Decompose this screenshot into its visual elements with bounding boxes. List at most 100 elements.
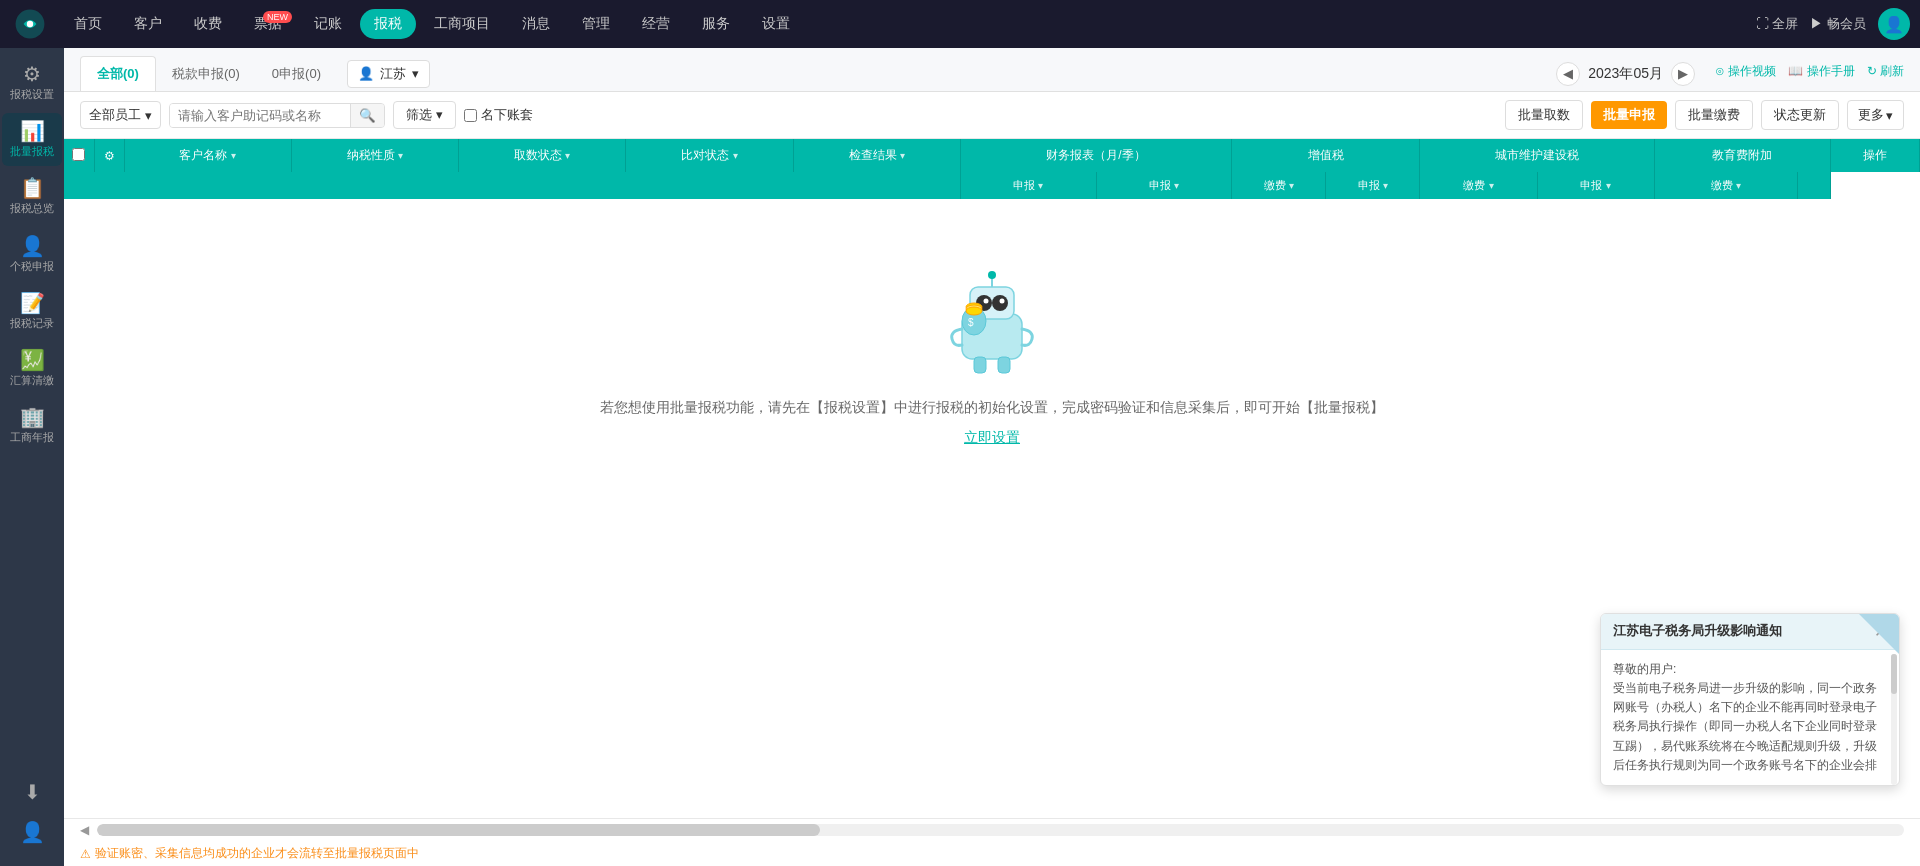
- sidebar-item-batch-tax[interactable]: 📊 批量报税: [2, 113, 62, 166]
- checkbox-column-header: [64, 139, 94, 172]
- th-financial-report: 财务报表（月/季）: [960, 139, 1231, 172]
- th-city-maintenance: 城市维护建设税: [1420, 139, 1654, 172]
- th-city-declare: 申报 ▾: [1326, 172, 1420, 199]
- chevron-down-icon: ▾: [145, 108, 152, 123]
- sidebar-label-tax-settings: 报税设置: [10, 88, 54, 101]
- business-annual-icon: 🏢: [20, 407, 45, 427]
- warning-icon: ⚠: [80, 847, 91, 861]
- th-compare-status: 比对状态 ▾: [626, 139, 793, 172]
- employee-selector[interactable]: 全部员工 ▾: [80, 101, 161, 129]
- tab-all[interactable]: 全部(0): [80, 56, 156, 91]
- accounts-checkbox[interactable]: [464, 109, 477, 122]
- svg-rect-15: [974, 357, 986, 373]
- select-all-checkbox[interactable]: [72, 148, 85, 161]
- operation-manual-link[interactable]: 📖 操作手册: [1788, 63, 1854, 80]
- prev-month-button[interactable]: ◀: [1556, 62, 1580, 86]
- th-check-result: 检查结果 ▾: [793, 139, 960, 172]
- svg-text:$: $: [968, 317, 974, 328]
- bottom-section: ◀ ⚠ 验证账密、采集信息均成功的企业才会流转至批量报税页面中: [64, 818, 1920, 866]
- user-avatar[interactable]: 👤: [1878, 8, 1910, 40]
- sidebar-item-personal-tax[interactable]: 👤 个税申报: [2, 228, 62, 281]
- notification-panel: 江苏电子税务局升级影响通知 ✕ 尊敬的用户: 受当前电子税务局进一步升级的影响，…: [1600, 613, 1900, 786]
- nav-message[interactable]: 消息: [508, 9, 564, 39]
- batch-pay-button[interactable]: 批量缴费: [1675, 100, 1753, 130]
- nav-menu: 首页 客户 收费 票据 NEW 记账 报税 工商项目 消息 管理 经营 服务 设…: [60, 9, 1756, 39]
- new-badge: NEW: [263, 11, 292, 23]
- th-city-pay: 缴费 ▾: [1420, 172, 1537, 199]
- tab-tax-declare[interactable]: 税款申报(0): [156, 57, 256, 91]
- main-table: ⚙ 客户名称 ▾ 纳税性质 ▾ 取数状态 ▾ 比对状态 ▾: [64, 139, 1920, 199]
- next-month-button[interactable]: ▶: [1671, 62, 1695, 86]
- app-logo[interactable]: [10, 4, 50, 44]
- th-operation: 操作: [1830, 139, 1919, 172]
- batch-tax-icon: 📊: [20, 121, 45, 141]
- sidebar-label-batch-tax: 批量报税: [10, 145, 54, 158]
- person-icon: 👤: [358, 66, 374, 81]
- annual-settle-icon: 💹: [20, 350, 45, 370]
- setup-link[interactable]: 立即设置: [964, 429, 1020, 447]
- sidebar-item-user[interactable]: 👤: [2, 814, 62, 850]
- tax-records-icon: 📝: [20, 293, 45, 313]
- sidebar-item-download[interactable]: ⬇: [2, 774, 62, 810]
- scroll-left-arrow[interactable]: ◀: [80, 823, 89, 837]
- th-customer-name: 客户名称 ▾: [124, 139, 291, 172]
- tabs-bar: 全部(0) 税款申报(0) 0申报(0) 👤 江苏 ▾ ◀ 2023年05月 ▶…: [64, 48, 1920, 92]
- sidebar-label-personal-tax: 个税申报: [10, 260, 54, 273]
- sidebar-item-tax-overview[interactable]: 📋 报税总览: [2, 170, 62, 223]
- tax-overview-icon: 📋: [20, 178, 45, 198]
- search-button[interactable]: 🔍: [350, 104, 384, 127]
- svg-point-14: [966, 307, 982, 315]
- warning-text: 验证账密、采集信息均成功的企业才会流转至批量报税页面中: [95, 845, 419, 862]
- more-button[interactable]: 更多 ▾: [1847, 100, 1904, 130]
- nav-accounting[interactable]: 记账: [300, 9, 356, 39]
- download-icon: ⬇: [24, 782, 41, 802]
- nav-home[interactable]: 首页: [60, 9, 116, 39]
- nav-customer[interactable]: 客户: [120, 9, 176, 39]
- tab-zero-declare[interactable]: 0申报(0): [256, 57, 337, 91]
- sidebar-item-business-annual[interactable]: 🏢 工商年报: [2, 399, 62, 452]
- notification-scrollbar[interactable]: [1891, 654, 1897, 785]
- filter-button[interactable]: 筛选 ▾: [393, 101, 456, 129]
- notification-header: 江苏电子税务局升级影响通知 ✕: [1601, 614, 1899, 650]
- nav-operation[interactable]: 经营: [628, 9, 684, 39]
- tax-settings-icon: ⚙: [23, 64, 41, 84]
- nav-business[interactable]: 工商项目: [420, 9, 504, 39]
- batch-fetch-button[interactable]: 批量取数: [1505, 100, 1583, 130]
- svg-rect-16: [998, 357, 1010, 373]
- nav-service[interactable]: 服务: [688, 9, 744, 39]
- sidebar-label-annual-settle: 汇算清缴: [10, 374, 54, 387]
- th-tax-nature: 纳税性质 ▾: [291, 139, 458, 172]
- batch-declare-button[interactable]: 批量申报: [1591, 101, 1667, 129]
- nav-settings[interactable]: 设置: [748, 9, 804, 39]
- search-input[interactable]: [170, 104, 350, 127]
- toolbar: 全部员工 ▾ 🔍 筛选 ▾ 名下账套 批量取数 批量申报 批量缴费 状态更新: [64, 92, 1920, 139]
- member-button[interactable]: ▶ 畅会员: [1810, 15, 1866, 33]
- refresh-button[interactable]: ↻ 刷新: [1867, 63, 1904, 80]
- checkbox-label[interactable]: 名下账套: [464, 106, 533, 124]
- notif-corner-decoration: [1859, 614, 1899, 654]
- region-selector[interactable]: 👤 江苏 ▾: [347, 60, 430, 88]
- nav-invoice[interactable]: 票据 NEW: [240, 9, 296, 39]
- notification-title: 江苏电子税务局升级影响通知: [1613, 622, 1782, 640]
- nav-manage[interactable]: 管理: [568, 9, 624, 39]
- fullscreen-button[interactable]: ⛶ 全屏: [1756, 15, 1799, 33]
- th-education-surcharge: 教育费附加: [1654, 139, 1830, 172]
- svg-point-9: [988, 271, 996, 279]
- toolbar-right: 批量取数 批量申报 批量缴费 状态更新 更多 ▾: [1505, 100, 1904, 130]
- sidebar-item-annual-settle[interactable]: 💹 汇算清缴: [2, 342, 62, 395]
- svg-point-6: [984, 299, 989, 304]
- sidebar-item-tax-records[interactable]: 📝 报税记录: [2, 285, 62, 338]
- sidebar-label-tax-overview: 报税总览: [10, 202, 54, 215]
- th-edu-declare: 申报 ▾: [1537, 172, 1654, 199]
- horizontal-scrollbar[interactable]: [97, 824, 1904, 836]
- tabs-right-actions: ⊙ 操作视频 📖 操作手册 ↻ 刷新: [1715, 63, 1904, 84]
- notification-greeting: 尊敬的用户:: [1613, 660, 1887, 679]
- date-navigation: ◀ 2023年05月 ▶: [1556, 62, 1695, 86]
- status-update-button[interactable]: 状态更新: [1761, 100, 1839, 130]
- chevron-down-icon: ▾: [412, 66, 419, 81]
- nav-tax[interactable]: 报税: [360, 9, 416, 39]
- th-vat: 增值税: [1232, 139, 1420, 172]
- sidebar-item-tax-settings[interactable]: ⚙ 报税设置: [2, 56, 62, 109]
- nav-fee[interactable]: 收费: [180, 9, 236, 39]
- operation-video-link[interactable]: ⊙ 操作视频: [1715, 63, 1776, 80]
